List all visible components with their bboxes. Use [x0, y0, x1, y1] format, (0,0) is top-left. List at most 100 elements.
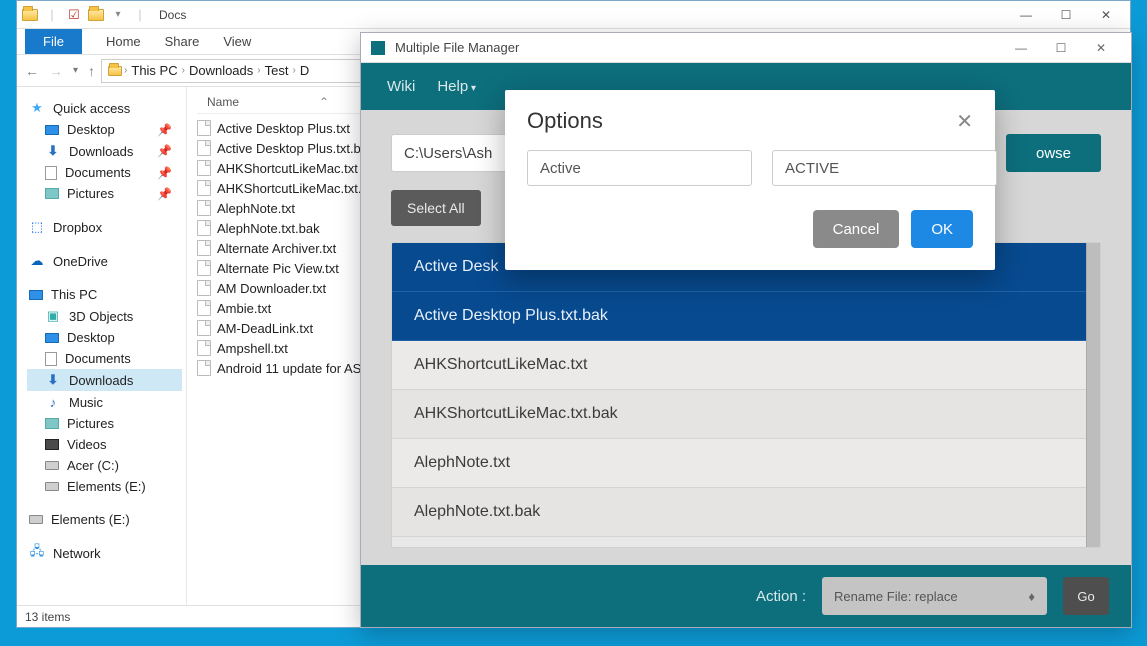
file-icon	[197, 360, 211, 376]
file-icon	[197, 200, 211, 216]
tab-view[interactable]: View	[223, 34, 251, 49]
sidebar-item-label: Pictures	[67, 416, 114, 431]
browse-button-label: owse	[1036, 145, 1071, 162]
sidebar-item-videos[interactable]: Videos	[27, 434, 182, 455]
browse-button[interactable]: owse	[1006, 134, 1101, 172]
window-title: Docs	[159, 8, 186, 22]
menu-wiki[interactable]: Wiki	[387, 78, 415, 95]
cancel-button-label: Cancel	[833, 221, 880, 238]
sidebar-item-label: Documents	[65, 165, 131, 180]
dropdown-icon: ♦	[1028, 589, 1035, 604]
crumb-d[interactable]: D	[298, 63, 311, 78]
sidebar-item-documents-2[interactable]: Documents	[27, 348, 182, 369]
navigation-pane: ★Quick access Desktop 📌 ⬇Downloads📌 Docum…	[17, 87, 187, 605]
sidebar-item-onedrive[interactable]: ☁OneDrive	[27, 250, 182, 272]
nav-up-icon[interactable]: ↑	[88, 63, 95, 79]
sidebar-item-quick-access[interactable]: ★Quick access	[27, 97, 182, 119]
list-item[interactable]: AHKShortcutLikeMac.txt.bak	[392, 390, 1100, 439]
sidebar-item-network[interactable]: 🖧 Network	[27, 542, 182, 564]
file-name: AlephNote.txt.bak	[217, 221, 320, 236]
sidebar-item-drive-e[interactable]: Elements (E:)	[27, 476, 182, 497]
qat-separator-2: |	[131, 6, 149, 24]
app-icon	[371, 41, 385, 55]
select-all-button[interactable]: Select All	[391, 190, 481, 226]
sidebar-item-3d-objects[interactable]: ▣3D Objects	[27, 305, 182, 327]
sort-indicator-icon: ⌃	[319, 95, 329, 109]
replace-input[interactable]	[772, 150, 997, 186]
sidebar-item-label: Network	[53, 546, 101, 561]
desktop-icon	[45, 125, 59, 135]
sidebar-item-desktop-2[interactable]: Desktop	[27, 327, 182, 348]
nav-recent-icon[interactable]: ▾	[73, 65, 78, 76]
tab-home[interactable]: Home	[106, 34, 141, 49]
sidebar-item-label: Pictures	[67, 186, 114, 201]
crumb-test[interactable]: Test	[263, 63, 291, 78]
sidebar-item-elements[interactable]: Elements (E:)	[27, 509, 182, 530]
list-item[interactable]: Active Desktop Plus.txt.bak	[392, 292, 1100, 341]
sidebar-item-label: Elements (E:)	[51, 512, 130, 527]
go-button[interactable]: Go	[1063, 577, 1109, 615]
ok-button[interactable]: OK	[911, 210, 973, 248]
sidebar-item-dropbox[interactable]: ⬚Dropbox	[27, 216, 182, 238]
minimize-button[interactable]: —	[1006, 1, 1046, 29]
sidebar-item-label: Acer (C:)	[67, 458, 119, 473]
file-name: Ambie.txt	[217, 301, 271, 316]
dialog-title: Options	[527, 108, 603, 134]
path-input-value: C:\Users\Ash	[404, 145, 492, 162]
tab-file[interactable]: File	[25, 29, 82, 54]
file-icon	[197, 140, 211, 156]
pictures-icon	[45, 418, 59, 429]
sidebar-item-this-pc[interactable]: This PC	[27, 284, 182, 305]
network-icon: 🖧	[29, 545, 45, 561]
sidebar-item-label: This PC	[51, 287, 97, 302]
crumb-downloads[interactable]: Downloads	[187, 63, 255, 78]
find-input[interactable]	[527, 150, 752, 186]
list-item[interactable]: AHKShortcutLikeMac.txt	[392, 341, 1100, 390]
sidebar-item-label: Elements (E:)	[67, 479, 146, 494]
documents-icon	[45, 166, 57, 180]
sidebar-item-drive-c[interactable]: Acer (C:)	[27, 455, 182, 476]
file-name: AM Downloader.txt	[217, 281, 326, 296]
close-button[interactable]: ✕	[1081, 33, 1121, 63]
sidebar-item-documents[interactable]: Documents📌	[27, 162, 182, 183]
tab-share[interactable]: Share	[165, 34, 200, 49]
cancel-button[interactable]: Cancel	[813, 210, 900, 248]
3d-icon: ▣	[45, 308, 61, 324]
maximize-button[interactable]: ☐	[1041, 33, 1081, 63]
crumb-this-pc[interactable]: This PC	[129, 63, 179, 78]
folder-icon	[21, 6, 39, 24]
ok-button-label: OK	[931, 221, 953, 238]
column-name[interactable]: Name	[197, 95, 239, 109]
sidebar-item-label: Desktop	[67, 330, 115, 345]
file-name: AM-DeadLink.txt	[217, 321, 313, 336]
sidebar-item-label: Desktop	[67, 122, 115, 137]
list-item[interactable]: AlephNote.txt	[392, 439, 1100, 488]
sidebar-item-pictures[interactable]: Pictures📌	[27, 183, 182, 204]
status-item-count: 13 items	[25, 610, 70, 624]
documents-icon	[45, 352, 57, 366]
action-select[interactable]: Rename File: replace ♦	[822, 577, 1047, 615]
dialog-close-icon[interactable]: ✕	[956, 109, 973, 134]
minimize-button[interactable]: —	[1001, 33, 1041, 63]
qat-separator: |	[43, 6, 61, 24]
sidebar-item-music[interactable]: ♪Music	[27, 391, 182, 413]
sidebar-item-downloads-2[interactable]: ⬇Downloads	[27, 369, 182, 391]
list-item[interactable]: AlephNote.txt.bak	[392, 488, 1100, 537]
sidebar-item-pictures-2[interactable]: Pictures	[27, 413, 182, 434]
qat-dropdown-icon[interactable]: ▾	[109, 6, 127, 24]
sidebar-item-downloads[interactable]: ⬇Downloads📌	[27, 140, 182, 162]
maximize-button[interactable]: ☐	[1046, 1, 1086, 29]
nav-back-icon[interactable]: ←	[25, 63, 39, 79]
pin-icon: 📌	[157, 123, 180, 137]
sidebar-item-desktop[interactable]: Desktop 📌	[27, 119, 182, 140]
file-icon	[197, 120, 211, 136]
pc-icon	[29, 290, 43, 300]
folder-icon	[108, 66, 122, 76]
checkbox-icon[interactable]: ☑	[65, 6, 83, 24]
file-name: Android 11 update for ASU	[217, 361, 371, 376]
sidebar-item-label: Downloads	[69, 373, 133, 388]
menu-help[interactable]: Help	[437, 78, 476, 95]
go-button-label: Go	[1077, 589, 1094, 604]
close-button[interactable]: ✕	[1086, 1, 1126, 29]
scrollbar[interactable]	[1086, 243, 1100, 547]
